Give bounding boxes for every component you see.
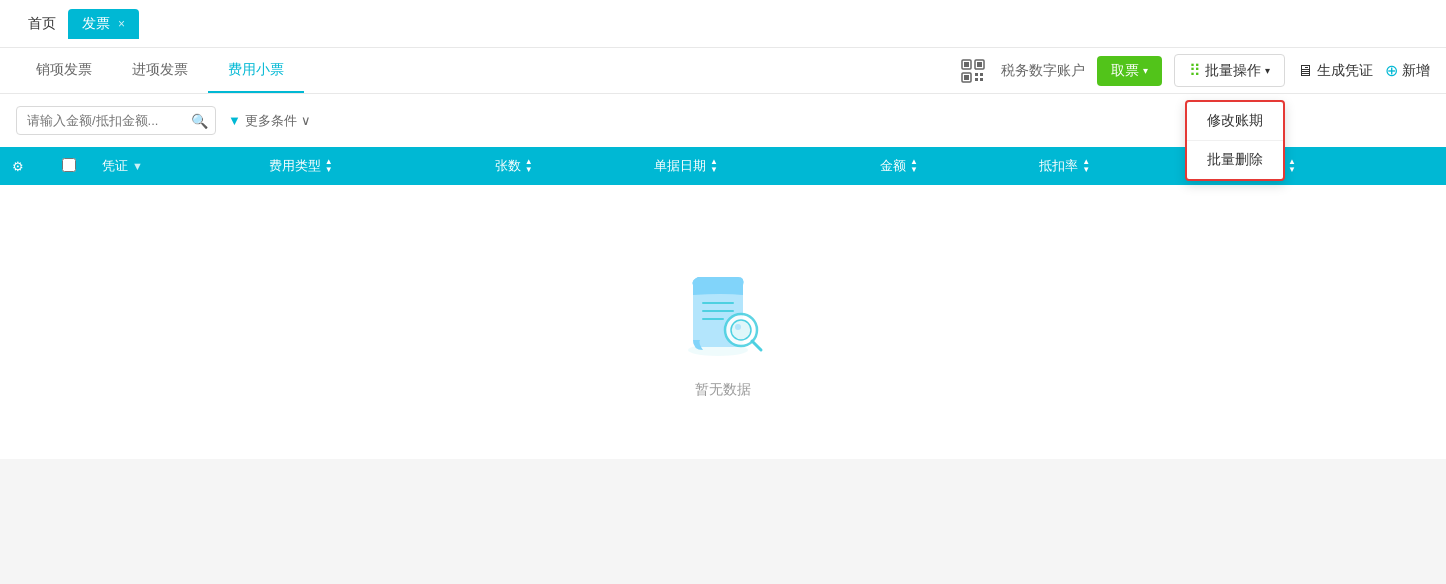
tab-sales[interactable]: 销项发票: [16, 48, 112, 93]
batch-op-icon: ⠿: [1189, 61, 1201, 80]
take-ticket-button[interactable]: 取票 ▾: [1097, 56, 1162, 86]
th-voucher: 凭证 ▼: [90, 147, 257, 185]
more-conditions-button[interactable]: ▼ 更多条件 ∨: [228, 112, 311, 130]
add-button[interactable]: ⊕ 新增: [1385, 61, 1430, 80]
batch-op-dropdown: 修改账期 批量删除: [1185, 100, 1285, 181]
svg-point-17: [735, 324, 741, 330]
sort-amount-icon: ▲▼: [910, 158, 918, 174]
th-date[interactable]: 单据日期 ▲▼: [642, 147, 868, 185]
add-icon: ⊕: [1385, 61, 1398, 80]
search-input[interactable]: [16, 106, 216, 135]
active-tab-label: 发票: [82, 15, 110, 33]
sort-date-icon: ▲▼: [710, 158, 718, 174]
th-gear[interactable]: ⚙: [0, 147, 50, 185]
batch-delete-item[interactable]: 批量删除: [1187, 141, 1283, 179]
qr-code-button[interactable]: [957, 55, 989, 87]
tab-purchase[interactable]: 进项发票: [112, 48, 208, 93]
gen-voucher-button[interactable]: 🖥 生成凭证: [1297, 62, 1373, 80]
tab-expense[interactable]: 费用小票: [208, 48, 304, 93]
empty-state-text: 暂无数据: [695, 381, 751, 399]
search-wrap: 🔍: [16, 106, 216, 135]
svg-line-16: [752, 341, 761, 350]
svg-rect-1: [964, 62, 969, 67]
sub-tabs-left: 销项发票 进项发票 费用小票: [16, 48, 304, 93]
tax-account-button[interactable]: 税务数字账户: [1001, 62, 1085, 80]
batch-op-button[interactable]: ⠿ 批量操作 ▾: [1174, 54, 1285, 87]
empty-state-icon: [663, 265, 783, 365]
home-tab[interactable]: 首页: [16, 15, 68, 33]
th-check[interactable]: [50, 147, 90, 185]
page-content: 销项发票 进项发票 费用小票: [0, 48, 1446, 459]
select-all-checkbox[interactable]: [62, 158, 76, 172]
svg-rect-9: [980, 78, 983, 81]
take-ticket-chevron-icon: ▾: [1143, 65, 1148, 76]
sub-tabs-bar: 销项发票 进项发票 费用小票: [0, 48, 1446, 94]
gear-icon: ⚙: [12, 159, 24, 174]
search-icon[interactable]: 🔍: [191, 113, 208, 129]
voucher-filter-icon[interactable]: ▼: [132, 160, 143, 172]
sort-deduct-rate-icon: ▲▼: [1082, 158, 1090, 174]
th-amount[interactable]: 金额 ▲▼: [868, 147, 1027, 185]
sort-deduct-amount-icon: ▲▼: [1288, 158, 1296, 174]
svg-rect-5: [964, 75, 969, 80]
empty-state: 暂无数据: [0, 185, 1446, 459]
svg-rect-3: [977, 62, 982, 67]
active-tab[interactable]: 发票 ×: [68, 9, 139, 39]
svg-rect-7: [980, 73, 983, 76]
modify-period-item[interactable]: 修改账期: [1187, 102, 1283, 141]
sort-expense-type-icon: ▲▼: [325, 158, 333, 174]
svg-point-15: [731, 320, 751, 340]
more-conditions-chevron-icon: ∨: [301, 113, 311, 128]
batch-op-wrap: ⠿ 批量操作 ▾ 修改账期 批量删除: [1174, 54, 1285, 87]
th-count[interactable]: 张数 ▲▼: [483, 147, 642, 185]
filter-icon: ▼: [228, 113, 241, 128]
svg-rect-8: [975, 78, 978, 81]
svg-rect-6: [975, 73, 978, 76]
batch-op-chevron-icon: ▾: [1265, 65, 1270, 76]
toolbar-right: 税务数字账户 取票 ▾ ⠿ 批量操作 ▾ 修改账期: [957, 54, 1430, 87]
top-nav: 首页 发票 ×: [0, 0, 1446, 48]
close-tab-icon[interactable]: ×: [118, 17, 125, 31]
voucher-icon: 🖥: [1297, 62, 1313, 80]
th-expense-type[interactable]: 费用类型 ▲▼: [257, 147, 483, 185]
sort-count-icon: ▲▼: [525, 158, 533, 174]
